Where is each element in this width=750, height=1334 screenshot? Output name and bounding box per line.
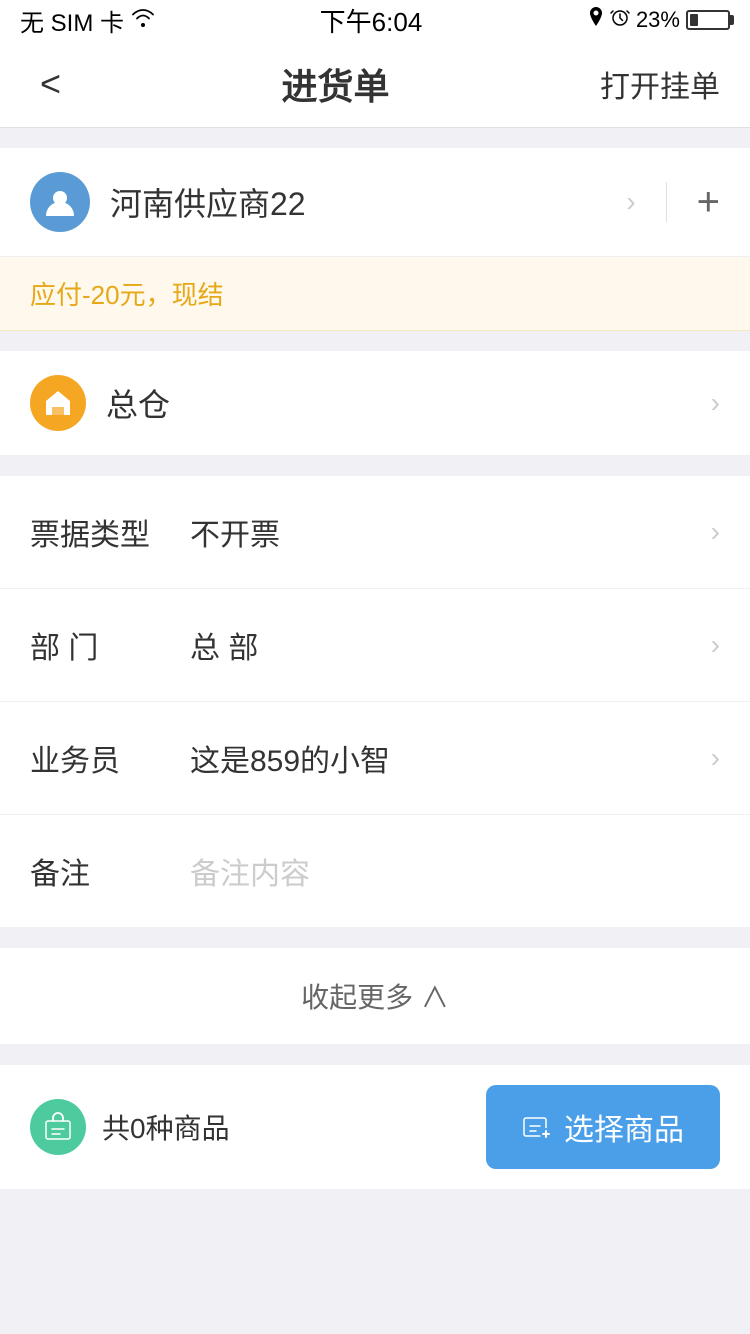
back-button[interactable]: < xyxy=(30,53,71,115)
remark-label: 备注 xyxy=(30,849,190,893)
invoice-type-chevron-icon: › xyxy=(711,516,720,548)
salesperson-label: 业务员 xyxy=(30,736,190,780)
supplier-row[interactable]: 河南供应商22 › + xyxy=(0,148,750,257)
collapse-label: 收起更多 ∧ xyxy=(301,982,449,1013)
department-row[interactable]: 部 门 总 部 › xyxy=(0,589,750,702)
wifi-icon xyxy=(132,6,154,34)
department-value: 总 部 xyxy=(190,623,711,667)
select-product-label: 选择商品 xyxy=(564,1105,684,1149)
status-time: 下午6:04 xyxy=(320,2,423,39)
select-product-button[interactable]: 选择商品 xyxy=(486,1085,720,1169)
warehouse-chevron-icon: › xyxy=(711,387,720,419)
carrier-label: 无 SIM 卡 xyxy=(20,3,124,38)
warehouse-section: 总仓 › xyxy=(0,351,750,456)
salesperson-value: 这是859的小智 xyxy=(190,736,711,780)
invoice-type-value: 不开票 xyxy=(190,510,711,554)
status-right: 23% xyxy=(588,7,730,33)
product-icon xyxy=(30,1099,86,1155)
section-gap-1 xyxy=(0,128,750,148)
supplier-add-button[interactable]: + xyxy=(697,180,720,225)
notice-banner: 应付-20元，现结 xyxy=(0,257,750,331)
product-count-area: 共0种商品 xyxy=(30,1099,230,1155)
battery-pct: 23% xyxy=(636,7,680,33)
supplier-divider xyxy=(666,182,667,222)
warehouse-icon xyxy=(30,375,86,431)
alarm-icon xyxy=(610,7,630,33)
status-bar: 无 SIM 卡 下午6:04 xyxy=(0,0,750,40)
invoice-type-row[interactable]: 票据类型 不开票 › xyxy=(0,476,750,589)
invoice-type-label: 票据类型 xyxy=(30,510,190,554)
warehouse-name: 总仓 xyxy=(106,380,711,426)
location-icon xyxy=(588,7,604,33)
status-left: 无 SIM 卡 xyxy=(20,3,154,38)
supplier-avatar xyxy=(30,172,90,232)
supplier-section: 河南供应商22 › + 应付-20元，现结 xyxy=(0,148,750,331)
remark-input[interactable]: 备注内容 xyxy=(190,849,720,893)
product-count-text: 共0种商品 xyxy=(102,1107,230,1147)
open-pending-button[interactable]: 打开挂单 xyxy=(600,62,720,106)
bottom-bar: 共0种商品 选择商品 xyxy=(0,1065,750,1189)
form-section: 票据类型 不开票 › 部 门 总 部 › 业务员 这是859的小智 › 备注 备… xyxy=(0,476,750,927)
remark-row[interactable]: 备注 备注内容 xyxy=(0,815,750,927)
supplier-chevron-icon: › xyxy=(626,186,635,218)
battery-icon xyxy=(686,10,730,30)
salesperson-chevron-icon: › xyxy=(711,742,720,774)
supplier-name: 河南供应商22 xyxy=(110,179,626,225)
collapse-row[interactable]: 收起更多 ∧ xyxy=(0,947,750,1045)
salesperson-row[interactable]: 业务员 这是859的小智 › xyxy=(0,702,750,815)
page-title: 进货单 xyxy=(282,58,390,110)
nav-bar: < 进货单 打开挂单 xyxy=(0,40,750,128)
department-chevron-icon: › xyxy=(711,629,720,661)
warehouse-row[interactable]: 总仓 › xyxy=(0,351,750,456)
department-label: 部 门 xyxy=(30,623,190,667)
notice-text: 应付-20元，现结 xyxy=(30,280,224,310)
